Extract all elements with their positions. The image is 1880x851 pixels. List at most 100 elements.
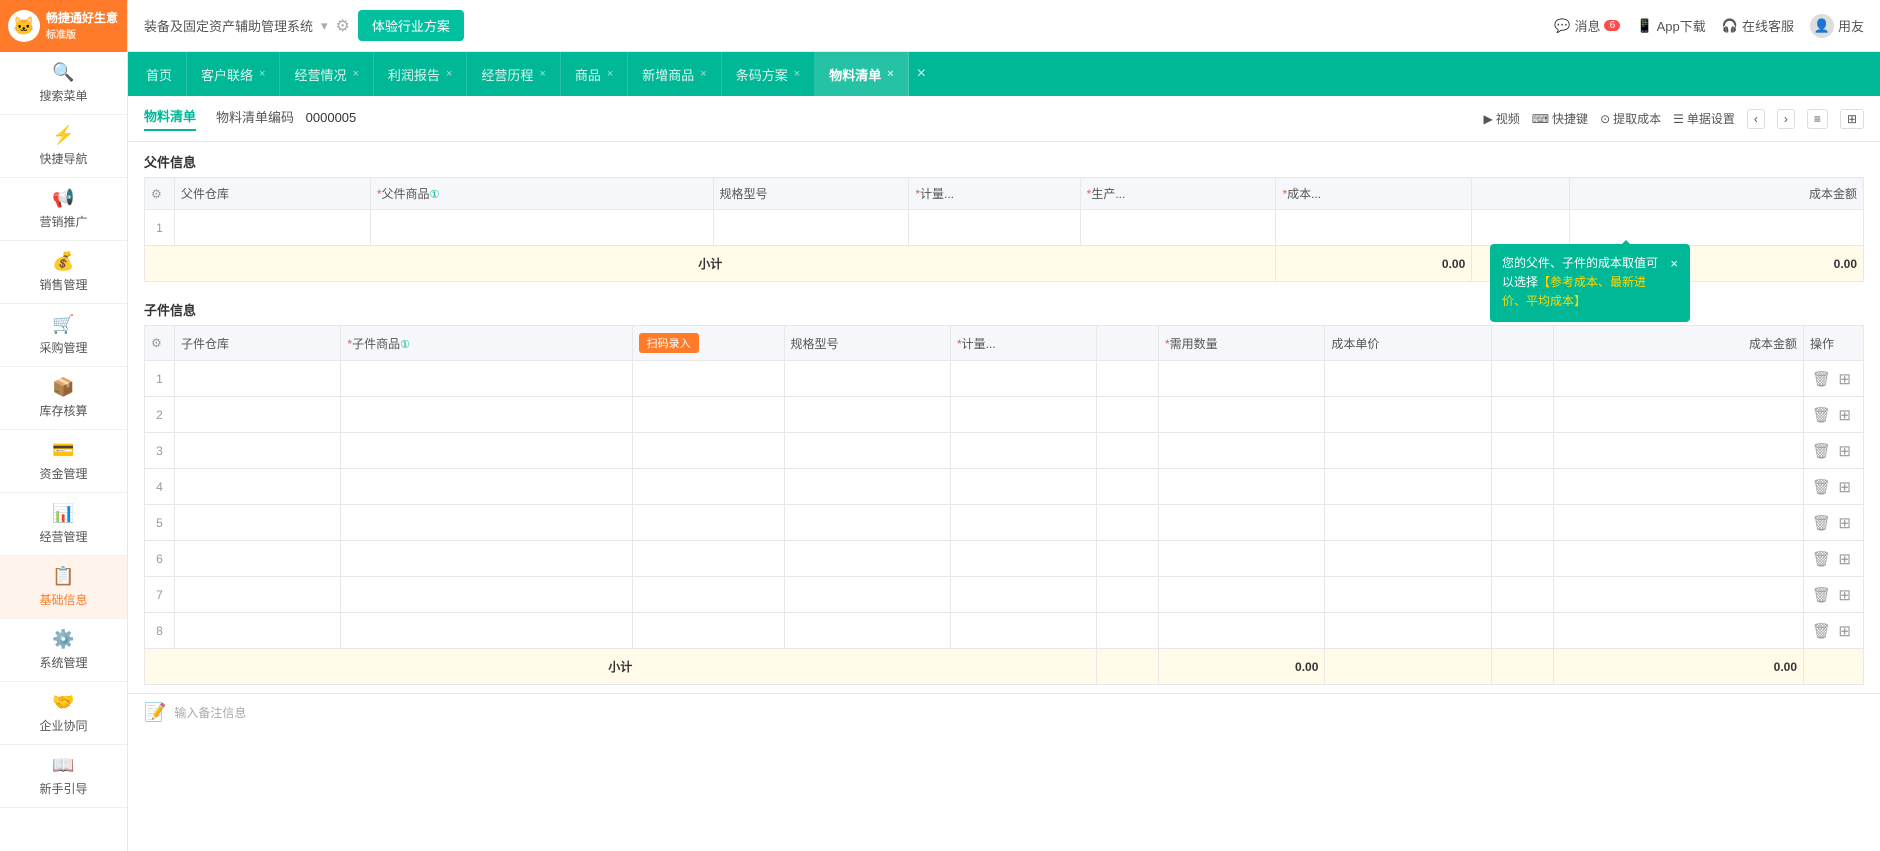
- child-qty-1[interactable]: [1158, 361, 1324, 397]
- child-spec-2[interactable]: [784, 397, 950, 433]
- delete-icon-5[interactable]: 🗑: [1812, 515, 1831, 532]
- user-item[interactable]: 👤 用友: [1810, 14, 1864, 38]
- copy-icon-3[interactable]: ⊞: [1838, 443, 1851, 460]
- child-scan-3[interactable]: [632, 433, 784, 469]
- child-scan-4[interactable]: [632, 469, 784, 505]
- child-unit-8[interactable]: [950, 613, 1096, 649]
- tab-home[interactable]: 首页: [132, 52, 187, 96]
- copy-icon-4[interactable]: ⊞: [1838, 479, 1851, 496]
- child-product-4[interactable]: [341, 469, 632, 505]
- child-unit-cost-4[interactable]: [1325, 469, 1491, 505]
- delete-icon-2[interactable]: 🗑: [1812, 407, 1831, 424]
- sidebar-item-marketing[interactable]: 📢 营销推广: [0, 178, 127, 241]
- close-tab-product[interactable]: ×: [607, 68, 613, 80]
- expand-btn[interactable]: ⊞: [1840, 109, 1864, 129]
- online-service-item[interactable]: 🎧 在线客服: [1722, 16, 1794, 35]
- parent-spec-1[interactable]: [713, 210, 909, 246]
- doc-settings-btn[interactable]: ☰ 单据设置: [1673, 110, 1735, 127]
- child-unit-cost-1[interactable]: [1325, 361, 1491, 397]
- close-all-tabs[interactable]: ×: [909, 65, 934, 83]
- close-tab-profit[interactable]: ×: [446, 68, 452, 80]
- sidebar-item-basic[interactable]: 📋 基础信息: [0, 556, 127, 619]
- child-spec-4[interactable]: [784, 469, 950, 505]
- child-spec-8[interactable]: [784, 613, 950, 649]
- child-scan-1[interactable]: [632, 361, 784, 397]
- child-qty-4[interactable]: [1158, 469, 1324, 505]
- sidebar-item-system[interactable]: ⚙️ 系统管理: [0, 619, 127, 682]
- child-product-3[interactable]: [341, 433, 632, 469]
- delete-icon-6[interactable]: 🗑: [1812, 551, 1831, 568]
- shortcut-btn[interactable]: ⌨ 快捷键: [1532, 110, 1588, 127]
- sidebar-item-quicknav[interactable]: ⚡ 快捷导航: [0, 115, 127, 178]
- child-unit-cost-2[interactable]: [1325, 397, 1491, 433]
- child-product-7[interactable]: [341, 577, 632, 613]
- sidebar-item-finance[interactable]: 💳 资金管理: [0, 430, 127, 493]
- child-qty-2[interactable]: [1158, 397, 1324, 433]
- child-qty-6[interactable]: [1158, 541, 1324, 577]
- child-unit-cost-7[interactable]: [1325, 577, 1491, 613]
- sidebar-item-sales[interactable]: 💰 销售管理: [0, 241, 127, 304]
- child-warehouse-5[interactable]: [175, 505, 341, 541]
- child-unit-cost-3[interactable]: [1325, 433, 1491, 469]
- child-unit-5[interactable]: [950, 505, 1096, 541]
- delete-icon-4[interactable]: 🗑: [1812, 479, 1831, 496]
- view-video-btn[interactable]: ▶ 视频: [1483, 110, 1519, 127]
- sub-tab-bom[interactable]: 物料清单: [144, 106, 196, 131]
- child-spec-5[interactable]: [784, 505, 950, 541]
- child-unit-cost-5[interactable]: [1325, 505, 1491, 541]
- sidebar-item-management[interactable]: 📊 经营管理: [0, 493, 127, 556]
- child-gear-icon[interactable]: ⚙: [151, 336, 162, 350]
- tab-product[interactable]: 商品 ×: [561, 52, 628, 96]
- parent-warehouse-1[interactable]: [175, 210, 371, 246]
- copy-icon-6[interactable]: ⊞: [1838, 551, 1851, 568]
- delete-icon-1[interactable]: 🗑: [1812, 371, 1831, 388]
- scan-input-btn[interactable]: 扫码录入: [639, 333, 699, 353]
- child-qty-8[interactable]: [1158, 613, 1324, 649]
- child-spec-7[interactable]: [784, 577, 950, 613]
- sidebar-item-inventory[interactable]: 📦 库存核算: [0, 367, 127, 430]
- child-product-5[interactable]: [341, 505, 632, 541]
- child-qty-5[interactable]: [1158, 505, 1324, 541]
- tab-history[interactable]: 经营历程 ×: [467, 52, 560, 96]
- child-product-6[interactable]: [341, 541, 632, 577]
- child-warehouse-4[interactable]: [175, 469, 341, 505]
- app-download-item[interactable]: 📱 App下载: [1636, 16, 1705, 35]
- tab-customer[interactable]: 客户联络 ×: [187, 52, 280, 96]
- child-unit-2[interactable]: [950, 397, 1096, 433]
- child-scan-7[interactable]: [632, 577, 784, 613]
- parent-product-1[interactable]: [370, 210, 713, 246]
- child-scan-6[interactable]: [632, 541, 784, 577]
- child-product-1[interactable]: [341, 361, 632, 397]
- prev-record-btn[interactable]: ‹: [1747, 109, 1765, 129]
- copy-icon-5[interactable]: ⊞: [1838, 515, 1851, 532]
- tab-operation[interactable]: 经营情况 ×: [280, 52, 373, 96]
- child-qty-3[interactable]: [1158, 433, 1324, 469]
- child-unit-7[interactable]: [950, 577, 1096, 613]
- child-warehouse-6[interactable]: [175, 541, 341, 577]
- messages-item[interactable]: 💬 消息 6: [1554, 16, 1620, 35]
- parent-unit-1[interactable]: [909, 210, 1080, 246]
- child-unit-4[interactable]: [950, 469, 1096, 505]
- child-warehouse-2[interactable]: [175, 397, 341, 433]
- tooltip-close-btn[interactable]: ×: [1670, 254, 1678, 275]
- sidebar-item-collab[interactable]: 🤝 企业协同: [0, 682, 127, 745]
- delete-icon-3[interactable]: 🗑: [1812, 443, 1831, 460]
- child-scan-8[interactable]: [632, 613, 784, 649]
- child-unit-cost-8[interactable]: [1325, 613, 1491, 649]
- child-spec-3[interactable]: [784, 433, 950, 469]
- close-tab-operation[interactable]: ×: [352, 68, 358, 80]
- child-warehouse-1[interactable]: [175, 361, 341, 397]
- close-tab-customer[interactable]: ×: [259, 68, 265, 80]
- delete-icon-7[interactable]: 🗑: [1812, 587, 1831, 604]
- child-scan-5[interactable]: [632, 505, 784, 541]
- child-unit-1[interactable]: [950, 361, 1096, 397]
- child-unit-3[interactable]: [950, 433, 1096, 469]
- close-tab-new-product[interactable]: ×: [700, 68, 706, 80]
- tab-bom[interactable]: 物料清单 ×: [815, 52, 908, 96]
- list-view-btn[interactable]: ≡: [1807, 109, 1828, 129]
- sidebar-item-guide[interactable]: 📖 新手引导: [0, 745, 127, 808]
- parent-production-1[interactable]: [1080, 210, 1276, 246]
- child-spec-6[interactable]: [784, 541, 950, 577]
- child-scan-2[interactable]: [632, 397, 784, 433]
- close-tab-history[interactable]: ×: [539, 68, 545, 80]
